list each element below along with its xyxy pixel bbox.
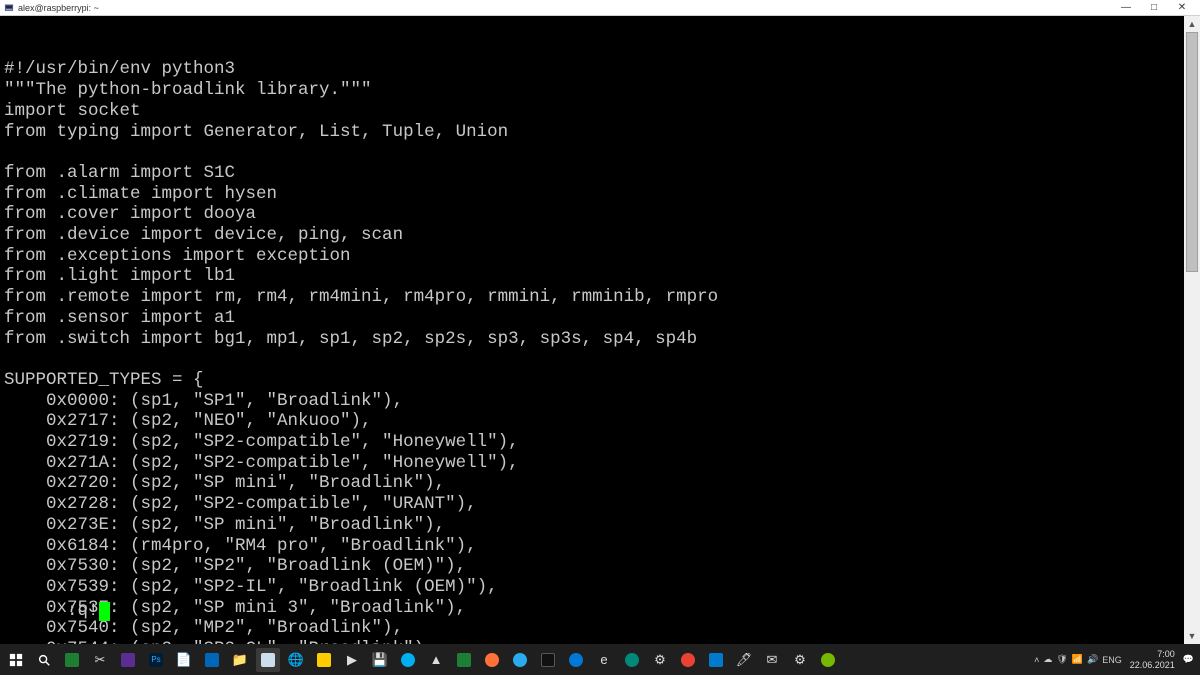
window-title: alex@raspberrypi: ~ xyxy=(18,3,99,13)
code-line: from .sensor import a1 xyxy=(4,308,1196,329)
clock-date: 22.06.2021 xyxy=(1130,660,1175,671)
code-line: import socket xyxy=(4,101,1196,122)
code-line: 0x0000: (sp1, "SP1", "Broadlink"), xyxy=(4,391,1196,412)
terminal-viewport[interactable]: #!/usr/bin/env python3"""The python-broa… xyxy=(0,16,1200,644)
code-line: from .alarm import S1C xyxy=(4,163,1196,184)
taskbar-telegram-icon[interactable] xyxy=(508,648,532,672)
scroll-thumb[interactable] xyxy=(1186,32,1198,272)
code-line: from .light import lb1 xyxy=(4,266,1196,287)
tray-volume-icon[interactable]: 🔊 xyxy=(1087,654,1098,665)
code-line: """The python-broadlink library.""" xyxy=(4,80,1196,101)
taskbar-photoshop-icon[interactable]: Ps xyxy=(144,648,168,672)
tray-shield-icon[interactable]: 🛡 xyxy=(1056,654,1067,665)
taskbar-mscircle-icon[interactable] xyxy=(564,648,588,672)
code-line: from .remote import rm, rm4, rm4mini, rm… xyxy=(4,287,1196,308)
code-line: SUPPORTED_TYPES = { xyxy=(4,370,1196,391)
code-line: from typing import Generator, List, Tupl… xyxy=(4,122,1196,143)
code-line: from .device import device, ping, scan xyxy=(4,225,1196,246)
taskbar-spotify-icon[interactable] xyxy=(620,648,644,672)
taskbar-clock[interactable]: 7:00 22.06.2021 xyxy=(1126,649,1179,671)
code-line: 0x2717: (sp2, "NEO", "Ankuoo"), xyxy=(4,411,1196,432)
tray-cloud-icon[interactable]: ☁ xyxy=(1043,654,1052,665)
taskbar-explorer-icon[interactable]: 📁 xyxy=(228,648,252,672)
code-line: from .exceptions import exception xyxy=(4,246,1196,267)
taskbar-save-icon[interactable]: 💾 xyxy=(368,648,392,672)
tray-language[interactable]: ENG xyxy=(1102,655,1122,665)
code-line xyxy=(4,142,1196,163)
taskbar-vscode-icon[interactable] xyxy=(704,648,728,672)
taskbar-notepad-icon[interactable]: 📄 xyxy=(172,648,196,672)
cursor-block xyxy=(99,602,110,621)
vertical-scrollbar[interactable]: ▲ ▼ xyxy=(1184,16,1200,644)
maximize-button[interactable]: □ xyxy=(1140,1,1168,15)
taskbar-word-icon[interactable] xyxy=(200,648,224,672)
taskbar-search-icon[interactable] xyxy=(32,648,56,672)
code-line: 0x7530: (sp2, "SP2", "Broadlink (OEM)"), xyxy=(4,556,1196,577)
taskbar-gear-icon[interactable]: ⚙ xyxy=(788,648,812,672)
taskbar-cmd-icon[interactable] xyxy=(536,648,560,672)
code-line: 0x7539: (sp2, "SP2-IL", "Broadlink (OEM)… xyxy=(4,577,1196,598)
code-line: from .cover import dooya xyxy=(4,204,1196,225)
minimize-button[interactable]: — xyxy=(1112,1,1140,15)
taskbar-mail-icon[interactable]: ✉ xyxy=(760,648,784,672)
clock-time: 7:00 xyxy=(1130,649,1175,660)
taskbar-skype-icon[interactable] xyxy=(396,648,420,672)
taskbar-onenote-icon[interactable] xyxy=(116,648,140,672)
notifications-icon[interactable]: 💬 xyxy=(1183,654,1194,665)
close-button[interactable]: ✕ xyxy=(1168,1,1196,15)
code-line xyxy=(4,349,1196,370)
titlebar[interactable]: alex@raspberrypi: ~ — □ ✕ xyxy=(0,0,1200,16)
code-line: 0x2719: (sp2, "SP2-compatible", "Honeywe… xyxy=(4,432,1196,453)
code-content: #!/usr/bin/env python3"""The python-broa… xyxy=(4,59,1196,644)
taskbar-utorrent-icon[interactable] xyxy=(816,648,840,672)
code-line: 0x2720: (sp2, "SP mini", "Broadlink"), xyxy=(4,473,1196,494)
taskbar-ie-icon[interactable]: e xyxy=(592,648,616,672)
taskbar-start-icon[interactable] xyxy=(4,648,28,672)
taskbar-apps: ✂Ps📄📁🌐▶💾▲e⚙🖊✉⚙ xyxy=(2,648,842,672)
taskbar-firefox-icon[interactable] xyxy=(480,648,504,672)
code-line: 0x753E: (sp2, "SP mini 3", "Broadlink"), xyxy=(4,598,1196,619)
code-line: #!/usr/bin/env python3 xyxy=(4,59,1196,80)
code-line: from .switch import bg1, mp1, sp1, sp2, … xyxy=(4,329,1196,350)
scroll-down-arrow[interactable]: ▼ xyxy=(1184,628,1200,644)
code-line: 0x271A: (sp2, "SP2-compatible", "Honeywe… xyxy=(4,453,1196,474)
vim-command-text: :q! xyxy=(67,601,99,621)
taskbar-settings-icon[interactable]: ⚙ xyxy=(648,648,672,672)
taskbar-putty-icon[interactable] xyxy=(256,648,280,672)
tray-network-icon[interactable]: 📶 xyxy=(1072,654,1083,665)
tray-chevron-icon[interactable]: ˄ xyxy=(1034,655,1039,665)
code-line: 0x6184: (rm4pro, "RM4 pro", "Broadlink")… xyxy=(4,536,1196,557)
taskbar-snip-icon[interactable]: ✂ xyxy=(88,648,112,672)
code-line: 0x7540: (sp2, "MP2", "Broadlink"), xyxy=(4,618,1196,639)
putty-icon xyxy=(4,3,14,13)
taskbar-sheet-icon[interactable] xyxy=(452,648,476,672)
taskbar-media-icon[interactable]: ▶ xyxy=(340,648,364,672)
taskbar[interactable]: ✂Ps📄📁🌐▶💾▲e⚙🖊✉⚙ ˄ ☁ 🛡 📶 🔊 ENG 7:00 22.06.… xyxy=(0,644,1200,675)
code-line: from .climate import hysen xyxy=(4,184,1196,205)
taskbar-chrome-icon[interactable] xyxy=(676,648,700,672)
terminal-window: alex@raspberrypi: ~ — □ ✕ #!/usr/bin/env… xyxy=(0,0,1200,644)
code-line: 0x273E: (sp2, "SP mini", "Broadlink"), xyxy=(4,515,1196,536)
taskbar-sticky-icon[interactable] xyxy=(312,648,336,672)
taskbar-drive-icon[interactable]: ▲ xyxy=(424,648,448,672)
taskbar-excel-icon[interactable] xyxy=(60,648,84,672)
system-tray[interactable]: ˄ ☁ 🛡 📶 🔊 ENG 7:00 22.06.2021 💬 xyxy=(1034,649,1198,671)
code-line: 0x2728: (sp2, "SP2-compatible", "URANT")… xyxy=(4,494,1196,515)
vim-status-line[interactable]: :q! xyxy=(4,580,110,642)
scroll-up-arrow[interactable]: ▲ xyxy=(1184,16,1200,32)
taskbar-paint-icon[interactable]: 🖊 xyxy=(732,648,756,672)
taskbar-browser-icon[interactable]: 🌐 xyxy=(284,648,308,672)
scroll-track[interactable] xyxy=(1184,32,1200,628)
